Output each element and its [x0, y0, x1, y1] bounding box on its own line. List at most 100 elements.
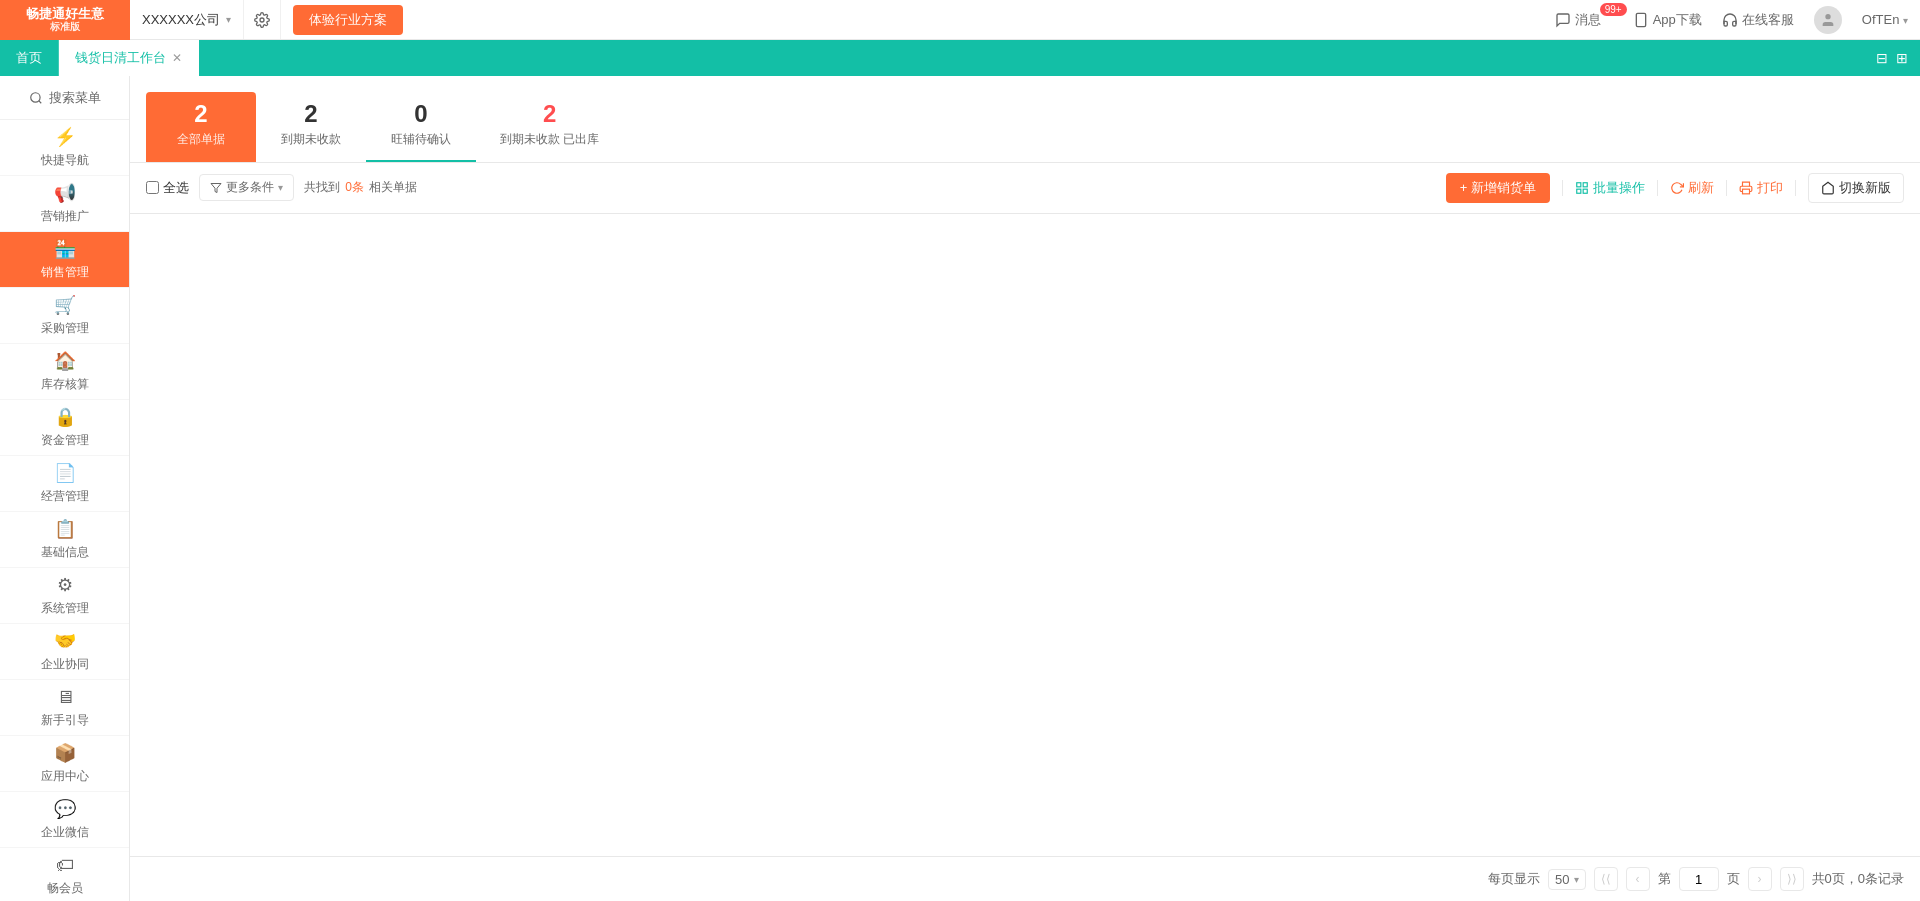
tab-workbench[interactable]: 钱货日清工作台 ✕ [59, 40, 199, 76]
last-page-button[interactable]: ⟩⟩ [1780, 867, 1804, 891]
message-badge: 99+ [1600, 3, 1627, 16]
marketing-icon: 📢 [54, 182, 76, 204]
wechat-icon: 💬 [54, 798, 76, 820]
sidebar-item-sales[interactable]: 🏪 销售管理 [0, 232, 129, 288]
sidebar-item-system[interactable]: ⚙ 系统管理 [0, 568, 129, 624]
print-button[interactable]: 打印 [1739, 179, 1783, 197]
user-name[interactable]: OfTEn ▾ [1862, 12, 1908, 27]
stat-tab-pending[interactable]: 0 旺辅待确认 [366, 92, 476, 162]
sidebar-item-label: 快捷导航 [41, 152, 89, 169]
table-area [130, 214, 1920, 856]
user-chevron-icon: ▾ [1903, 15, 1908, 26]
content-area: 2 全部单据 2 到期未收款 0 旺辅待确认 2 到期未收款 已出库 全选 [130, 76, 1920, 901]
sidebar-item-label: 库存核算 [41, 376, 89, 393]
page-suffix: 页 [1727, 870, 1740, 888]
online-service-button[interactable]: 在线客服 [1722, 11, 1794, 29]
stat-num-pending: 0 [390, 100, 452, 129]
switch-btn-label: 切换新版 [1839, 179, 1891, 197]
search-menu-button[interactable]: 搜索菜单 [0, 76, 129, 120]
page-size-value: 50 [1555, 872, 1569, 887]
guide-icon: 🖥 [56, 687, 74, 708]
restore-window-icon[interactable]: ⊟ [1876, 50, 1888, 66]
svg-rect-10 [1583, 189, 1587, 193]
tab-workbench-label: 钱货日清工作台 [75, 49, 166, 67]
svg-point-3 [1825, 14, 1830, 19]
tab-home[interactable]: 首页 [0, 40, 59, 76]
page-size-selector[interactable]: 50 ▾ [1548, 869, 1585, 890]
topbar-right: 消息 99+ App下载 在线客服 OfTEn ▾ [1543, 6, 1908, 34]
avatar[interactable] [1814, 6, 1842, 34]
stat-tab-shipped[interactable]: 2 到期未收款 已出库 [476, 92, 623, 162]
settings-button[interactable] [244, 0, 281, 39]
stat-label-all: 全部单据 [170, 131, 232, 148]
sidebar: 搜索菜单 ⚡ 快捷导航 📢 营销推广 🏪 销售管理 🛒 采购管理 🏠 库存核算 … [0, 76, 130, 901]
svg-rect-1 [1636, 13, 1645, 26]
app-download-button[interactable]: App下载 [1633, 11, 1702, 29]
logo-sub: 标准版 [50, 21, 80, 33]
search-menu-label: 搜索菜单 [49, 89, 101, 107]
select-all-input[interactable] [146, 181, 159, 194]
sidebar-item-wechat[interactable]: 💬 企业微信 [0, 792, 129, 848]
enterprise-icon: 🤝 [54, 630, 76, 652]
next-page-button[interactable]: › [1748, 867, 1772, 891]
sidebar-item-purchase[interactable]: 🛒 采购管理 [0, 288, 129, 344]
stat-tab-overdue[interactable]: 2 到期未收款 [256, 92, 366, 162]
sidebar-item-quick-nav[interactable]: ⚡ 快捷导航 [0, 120, 129, 176]
sidebar-item-label: 资金管理 [41, 432, 89, 449]
stat-label-pending: 旺辅待确认 [390, 131, 452, 148]
svg-rect-8 [1583, 183, 1587, 187]
sidebar-item-member[interactable]: 🏷 畅会员 [0, 848, 129, 901]
sidebar-item-label: 采购管理 [41, 320, 89, 337]
expand-window-icon[interactable]: ⊞ [1896, 50, 1908, 66]
add-sales-order-button[interactable]: + 新增销货单 [1446, 173, 1550, 203]
divider4 [1795, 180, 1796, 196]
sidebar-item-label: 新手引导 [41, 712, 89, 729]
stat-num-overdue: 2 [280, 100, 342, 129]
batch-operation-label: 批量操作 [1593, 179, 1645, 197]
divider2 [1657, 180, 1658, 196]
first-page-button[interactable]: ⟨⟨ [1594, 867, 1618, 891]
toolbar-left: 全选 更多条件 ▾ 共找到 0条 相关单据 [146, 174, 1434, 201]
filter-button[interactable]: 更多条件 ▾ [199, 174, 294, 201]
sidebar-item-basic-info[interactable]: 📋 基础信息 [0, 512, 129, 568]
message-button[interactable]: 消息 99+ [1543, 11, 1613, 29]
sidebar-item-label: 畅会员 [47, 880, 83, 897]
sidebar-item-enterprise[interactable]: 🤝 企业协同 [0, 624, 129, 680]
prev-page-button[interactable]: ‹ [1626, 867, 1650, 891]
topbar-left: 畅捷通好生意 标准版 XXXXXX公司 ▾ 体验行业方案 [0, 0, 403, 39]
sidebar-item-inventory[interactable]: 🏠 库存核算 [0, 344, 129, 400]
sidebar-item-label: 系统管理 [41, 600, 89, 617]
sidebar-item-label: 企业协同 [41, 656, 89, 673]
select-all-label: 全选 [163, 179, 189, 197]
sidebar-item-marketing[interactable]: 📢 营销推广 [0, 176, 129, 232]
svg-rect-7 [1577, 183, 1581, 187]
sidebar-item-operations[interactable]: 📄 经营管理 [0, 456, 129, 512]
filter-chevron-icon: ▾ [278, 182, 283, 193]
switch-new-version-button[interactable]: 切换新版 [1808, 173, 1904, 203]
quick-nav-icon: ⚡ [54, 126, 76, 148]
sidebar-item-finance[interactable]: 🔒 资金管理 [0, 400, 129, 456]
sidebar-item-label: 基础信息 [41, 544, 89, 561]
sidebar-item-guide[interactable]: 🖥 新手引导 [0, 680, 129, 736]
stat-tab-all[interactable]: 2 全部单据 [146, 92, 256, 162]
batch-operation-button[interactable]: 批量操作 [1575, 179, 1645, 197]
close-tab-icon[interactable]: ✕ [172, 51, 182, 65]
company-selector[interactable]: XXXXXX公司 ▾ [130, 0, 244, 39]
nav-tabs: 首页 钱货日清工作台 ✕ ⊟ ⊞ [0, 40, 1920, 76]
sidebar-item-app-center[interactable]: 📦 应用中心 [0, 736, 129, 792]
experience-button[interactable]: 体验行业方案 [293, 5, 403, 35]
nav-tabs-controls: ⊟ ⊞ [1876, 50, 1920, 66]
found-count: 0条 [345, 180, 364, 194]
page-input[interactable] [1679, 867, 1719, 891]
pagination: 每页显示 50 ▾ ⟨⟨ ‹ 第 页 › ⟩⟩ 共0页，0条记录 [130, 856, 1920, 901]
app-download-label: App下载 [1653, 11, 1702, 29]
sales-icon: 🏪 [54, 238, 76, 260]
refresh-button[interactable]: 刷新 [1670, 179, 1714, 197]
stat-num-all: 2 [170, 100, 232, 129]
toolbar-right: + 新增销货单 批量操作 刷新 [1446, 173, 1904, 203]
online-service-label: 在线客服 [1742, 11, 1794, 29]
member-icon: 🏷 [56, 855, 74, 876]
sidebar-item-label: 销售管理 [41, 264, 89, 281]
select-all-checkbox[interactable]: 全选 [146, 179, 189, 197]
found-suffix: 相关单据 [369, 180, 417, 194]
